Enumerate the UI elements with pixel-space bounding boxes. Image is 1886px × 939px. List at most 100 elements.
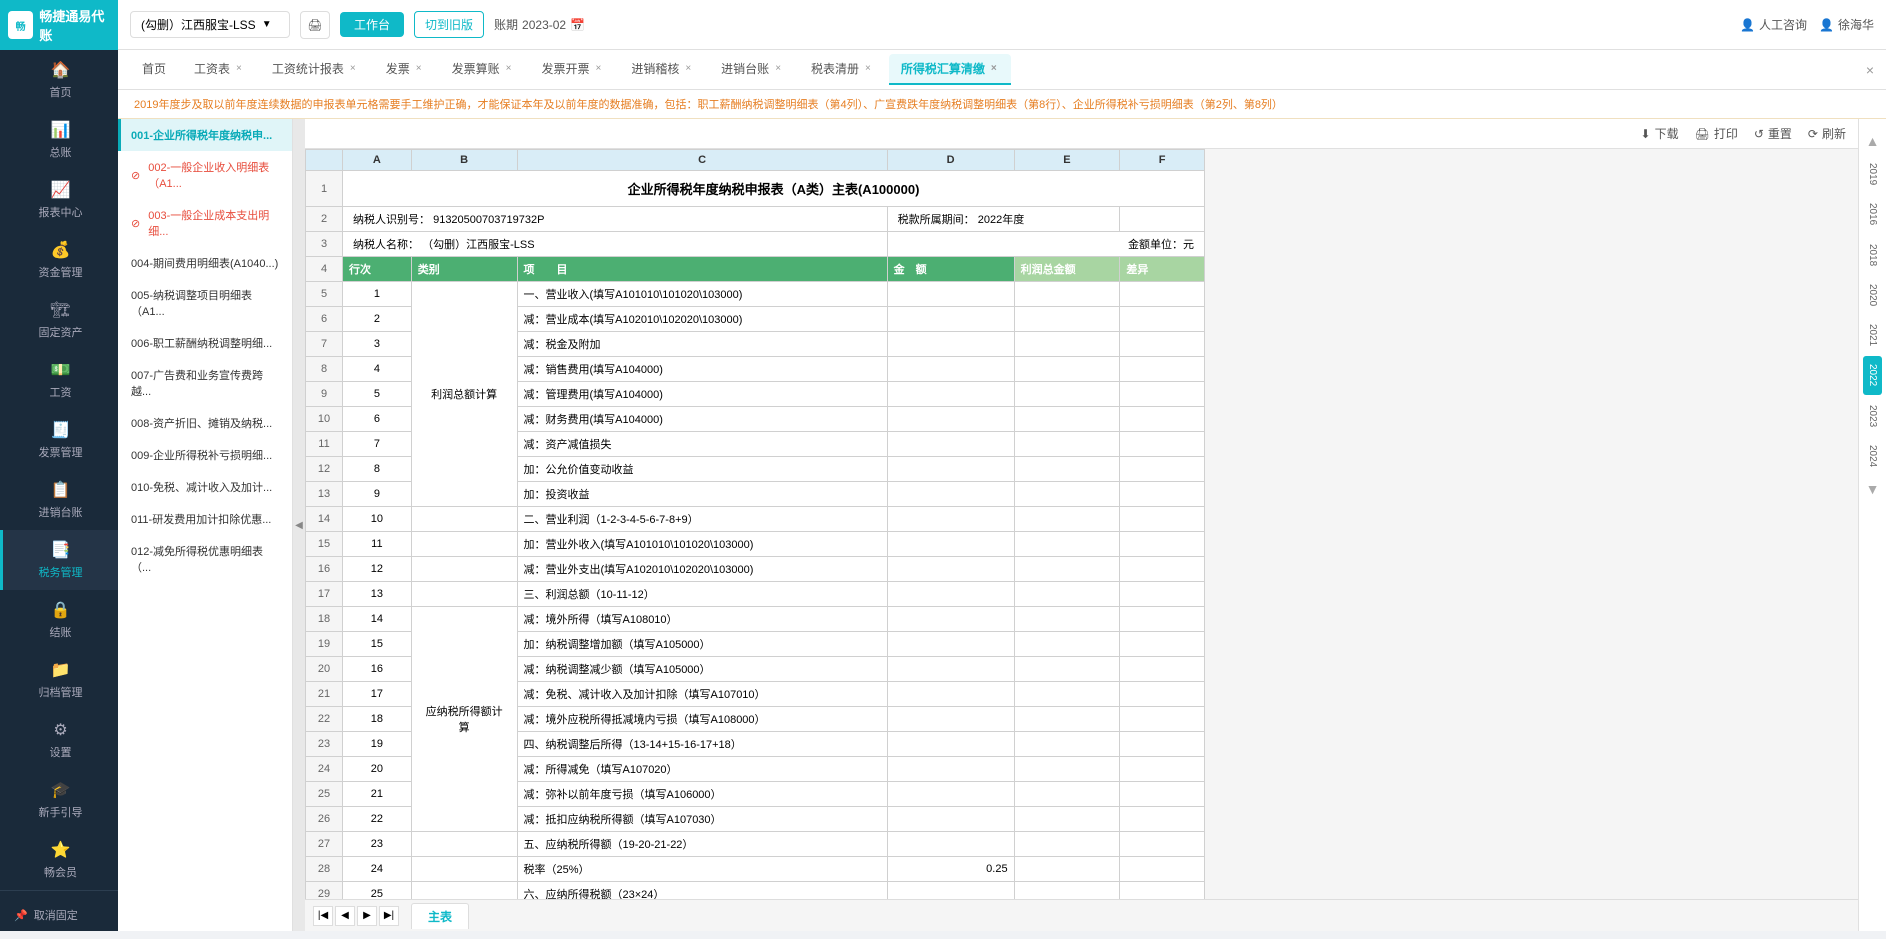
tab-salary[interactable]: 工资表 × xyxy=(182,54,256,85)
line-num[interactable]: 16 xyxy=(343,657,412,682)
workbench-button[interactable]: 工作台 xyxy=(340,12,404,37)
diff-cell[interactable] xyxy=(1120,882,1205,900)
tab-tax-clear-close[interactable]: × xyxy=(863,63,873,74)
tab-invoice[interactable]: 发票 × xyxy=(374,54,436,85)
item-cell[interactable]: 减：抵扣应纳税所得额（填写A107030） xyxy=(517,807,887,832)
profit-cell[interactable] xyxy=(1014,357,1120,382)
line-num[interactable]: 4 xyxy=(343,357,412,382)
amount-cell[interactable] xyxy=(887,432,1014,457)
profit-cell[interactable] xyxy=(1014,332,1120,357)
diff-cell[interactable] xyxy=(1120,807,1205,832)
tab-invoice-calc-close[interactable]: × xyxy=(504,63,514,74)
year-item-2016[interactable]: 2016 xyxy=(1863,195,1882,233)
amount-cell[interactable] xyxy=(887,282,1014,307)
tab-purchase-verify-close[interactable]: × xyxy=(683,63,693,74)
profit-cell[interactable] xyxy=(1014,307,1120,332)
diff-cell[interactable] xyxy=(1120,407,1205,432)
profit-cell[interactable] xyxy=(1014,607,1120,632)
line-num[interactable]: 2 xyxy=(343,307,412,332)
sub-menu-item-001[interactable]: 001-企业所得税年度纳税申... xyxy=(118,119,292,151)
amount-cell[interactable] xyxy=(887,757,1014,782)
tab-salary-stats[interactable]: 工资统计报表 × xyxy=(260,54,370,85)
print-btn[interactable]: 🖨 xyxy=(300,11,330,39)
tab-invoice-calc[interactable]: 发票算账 × xyxy=(440,54,526,85)
item-cell[interactable]: 加：纳税调整增加额（填写A105000） xyxy=(517,632,887,657)
diff-cell[interactable] xyxy=(1120,707,1205,732)
tab-purchase-ledger[interactable]: 进销台账 × xyxy=(709,54,795,85)
profit-cell[interactable] xyxy=(1014,532,1120,557)
tab-invoice-open-close[interactable]: × xyxy=(593,63,603,74)
profit-cell[interactable] xyxy=(1014,682,1120,707)
amount-cell[interactable] xyxy=(887,457,1014,482)
amount-cell[interactable] xyxy=(887,807,1014,832)
sidebar-item-salary[interactable]: 💵 工资 xyxy=(0,350,118,410)
diff-cell[interactable] xyxy=(1120,357,1205,382)
company-selector[interactable]: (勾删）江西服宝-LSS ▼ xyxy=(130,11,290,38)
sidebar-item-closing[interactable]: 🔒 结账 xyxy=(0,590,118,650)
item-cell[interactable]: 三、利润总额（10-11-12） xyxy=(517,582,887,607)
line-num[interactable]: 12 xyxy=(343,557,412,582)
line-num[interactable]: 20 xyxy=(343,757,412,782)
print-toolbar-btn[interactable]: 🖨 打印 xyxy=(1695,125,1738,142)
profit-cell[interactable] xyxy=(1014,457,1120,482)
profit-cell[interactable] xyxy=(1014,507,1120,532)
tab-income-tax-close[interactable]: × xyxy=(989,63,999,74)
diff-cell[interactable] xyxy=(1120,732,1205,757)
tab-income-tax[interactable]: 所得税汇算清缴 × xyxy=(889,54,1011,85)
line-num[interactable]: 25 xyxy=(343,882,412,900)
profit-cell[interactable] xyxy=(1014,632,1120,657)
amount-cell[interactable] xyxy=(887,332,1014,357)
amount-cell[interactable] xyxy=(887,507,1014,532)
sidebar-item-home[interactable]: 🏠 首页 xyxy=(0,50,118,110)
line-num[interactable]: 1 xyxy=(343,282,412,307)
sheet-nav-next[interactable]: ▶ xyxy=(357,906,377,926)
item-cell[interactable]: 一、营业收入(填写A101010\101020\103000) xyxy=(517,282,887,307)
year-item-2024[interactable]: 2024 xyxy=(1863,437,1882,475)
diff-cell[interactable] xyxy=(1120,507,1205,532)
tab-home[interactable]: 首页 xyxy=(130,54,178,85)
tab-salary-stats-close[interactable]: × xyxy=(348,63,358,74)
line-num[interactable]: 8 xyxy=(343,457,412,482)
sub-menu-item-004[interactable]: 004-期间费用明细表(A1040...) xyxy=(118,247,292,279)
profit-cell[interactable] xyxy=(1014,557,1120,582)
diff-cell[interactable] xyxy=(1120,657,1205,682)
item-cell[interactable]: 加：公允价值变动收益 xyxy=(517,457,887,482)
item-cell[interactable]: 减：境外应税所得抵减境内亏损（填写A108000） xyxy=(517,707,887,732)
line-num[interactable]: 17 xyxy=(343,682,412,707)
year-item-2020[interactable]: 2020 xyxy=(1863,276,1882,314)
sheet-nav-first[interactable]: |◀ xyxy=(313,906,333,926)
sidebar-item-purchase[interactable]: 📋 进销台账 xyxy=(0,470,118,530)
profit-cell[interactable] xyxy=(1014,832,1120,857)
item-cell[interactable]: 减：资产减值损失 xyxy=(517,432,887,457)
line-num[interactable]: 7 xyxy=(343,432,412,457)
sub-menu-item-008[interactable]: 008-资产折旧、摊销及纳税... xyxy=(118,407,292,439)
diff-cell[interactable] xyxy=(1120,282,1205,307)
amount-cell[interactable] xyxy=(887,657,1014,682)
diff-cell[interactable] xyxy=(1120,582,1205,607)
line-num[interactable]: 19 xyxy=(343,732,412,757)
year-scroll-up[interactable]: ▲ xyxy=(1862,129,1884,153)
item-cell[interactable]: 减：营业外支出(填写A102010\102020\103000) xyxy=(517,557,887,582)
diff-cell[interactable] xyxy=(1120,632,1205,657)
amount-cell[interactable] xyxy=(887,732,1014,757)
year-scroll-down[interactable]: ▼ xyxy=(1862,477,1884,501)
amount-cell[interactable] xyxy=(887,882,1014,900)
profit-cell[interactable] xyxy=(1014,657,1120,682)
line-num[interactable]: 21 xyxy=(343,782,412,807)
item-cell[interactable]: 减：所得减免（填写A107020） xyxy=(517,757,887,782)
sub-menu-item-006[interactable]: 006-职工薪酬纳税调整明细... xyxy=(118,327,292,359)
item-cell[interactable]: 减：境外所得（填写A108010） xyxy=(517,607,887,632)
line-num[interactable]: 23 xyxy=(343,832,412,857)
profit-cell[interactable] xyxy=(1014,582,1120,607)
sub-menu-item-002[interactable]: 002-一般企业收入明细表（A1... xyxy=(118,151,292,199)
switch-version-button[interactable]: 切到旧版 xyxy=(414,11,484,38)
item-cell[interactable]: 减：财务费用(填写A104000) xyxy=(517,407,887,432)
diff-cell[interactable] xyxy=(1120,557,1205,582)
diff-cell[interactable] xyxy=(1120,607,1205,632)
amount-cell[interactable] xyxy=(887,557,1014,582)
user-avatar[interactable]: 👤 徐海华 xyxy=(1819,16,1874,33)
diff-cell[interactable] xyxy=(1120,532,1205,557)
item-cell[interactable]: 六、应纳所得税额（23×24） xyxy=(517,882,887,900)
diff-cell[interactable] xyxy=(1120,757,1205,782)
year-item-2019[interactable]: 2019 xyxy=(1863,155,1882,193)
